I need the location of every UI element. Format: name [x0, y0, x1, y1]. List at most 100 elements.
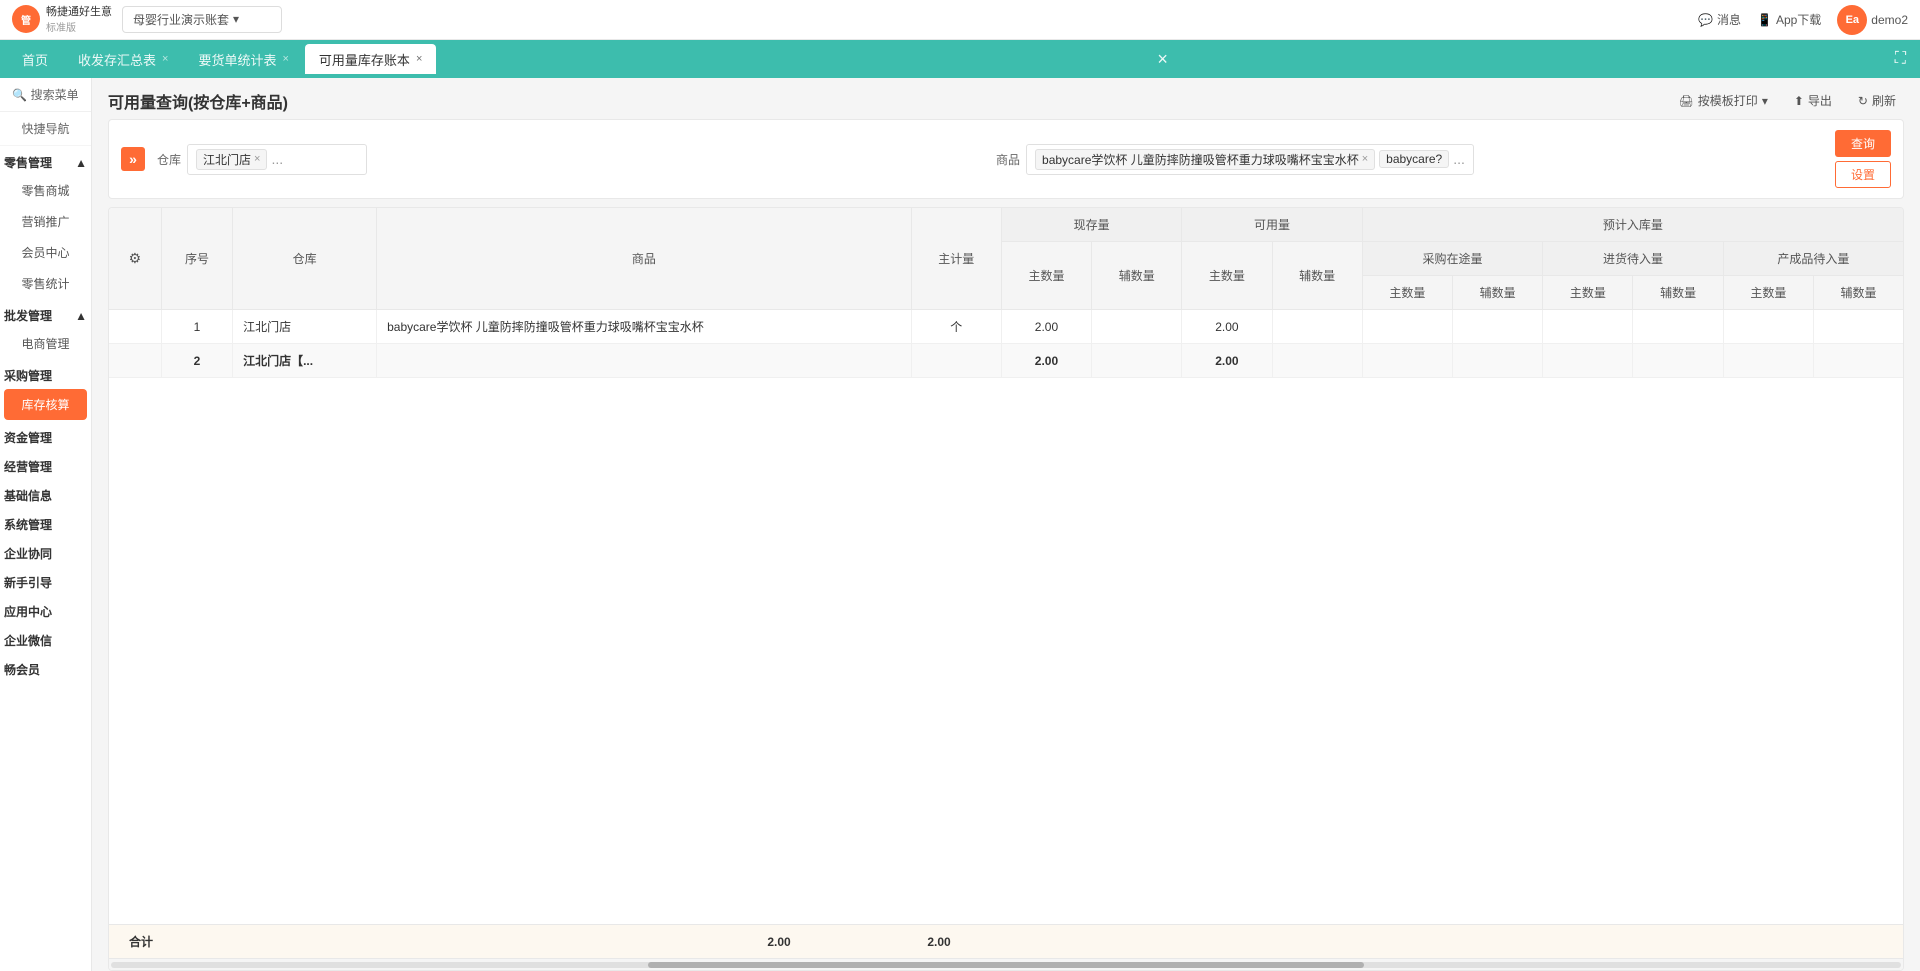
sidebar-item-retail-mall[interactable]: 零售商城	[0, 175, 91, 206]
chevron-down-icon: ▾	[233, 12, 239, 26]
main-layout: 🔍 搜索菜单 快捷导航 零售管理 ▲ 零售商城 营销推广 会员中心 零售统计 批…	[0, 78, 1920, 971]
logo-area: 管 畅捷通好生意 标准版	[12, 5, 112, 34]
col-available-sub: 辅数量	[1272, 242, 1362, 310]
col-available-main: 主数量	[1182, 242, 1272, 310]
settings-button[interactable]: 设置	[1835, 161, 1891, 188]
col-available-group: 可用量	[1182, 208, 1362, 242]
chevron-down-icon: ▲	[75, 309, 87, 323]
message-button[interactable]: 💬 消息	[1698, 11, 1741, 28]
col-stock-sub: 辅数量	[1092, 242, 1182, 310]
download-icon: 📱	[1757, 13, 1772, 27]
page-header: 可用量查询(按仓库+商品) 🖨 按模板打印 ▾ ⬆ 导出 ↻ 刷新	[92, 78, 1920, 119]
sidebar-section-retail[interactable]: 零售管理 ▲	[0, 146, 91, 175]
export-icon: ⬆	[1794, 94, 1804, 108]
col-stock-group: 现存量	[1001, 208, 1181, 242]
sidebar-section-system[interactable]: 系统管理	[0, 508, 91, 537]
close-icon[interactable]: ×	[162, 53, 168, 65]
product-label: 商品	[996, 151, 1020, 168]
col-no: 序号	[161, 208, 232, 310]
chevron-down-icon: ▾	[1762, 94, 1768, 108]
sidebar-section-operations[interactable]: 经营管理	[0, 450, 91, 479]
sidebar-item-retail-stats[interactable]: 零售统计	[0, 268, 91, 299]
table-container: ⚙ 序号 仓库 商品 主计量 现存量 可用量 预计入库量 主数量 辅数量	[108, 207, 1904, 971]
warehouse-label: 仓库	[157, 151, 181, 168]
sidebar-item-marketing[interactable]: 营销推广	[0, 206, 91, 237]
content-area: 可用量查询(按仓库+商品) 🖨 按模板打印 ▾ ⬆ 导出 ↻ 刷新	[92, 78, 1920, 971]
industry-selector[interactable]: 母婴行业演示账套 ▾	[122, 6, 282, 33]
close-icon[interactable]: ×	[282, 53, 288, 65]
product-tag-1: babycare学饮杯 儿童防摔防撞吸管杯重力球吸嘴杯宝宝水杯 ×	[1035, 149, 1375, 170]
col-incoming-main: 主数量	[1543, 276, 1633, 310]
filter-expand-button[interactable]: »	[121, 147, 145, 171]
logo-icon: 管	[12, 5, 40, 33]
filter-warehouse-group: 仓库 江北门店 × ...	[157, 144, 984, 175]
export-button[interactable]: ⬆ 导出	[1786, 88, 1840, 113]
scrollbar-thumb[interactable]	[648, 962, 1364, 968]
sidebar-section-newbie[interactable]: 新手引导	[0, 566, 91, 595]
sidebar-section-member2[interactable]: 畅会员	[0, 653, 91, 682]
app-sub: 标准版	[46, 19, 112, 34]
table-scroll[interactable]: ⚙ 序号 仓库 商品 主计量 现存量 可用量 预计入库量 主数量 辅数量	[109, 208, 1903, 924]
filter-btn-area: 查询 设置	[1835, 130, 1891, 188]
sidebar-section-collab[interactable]: 企业协同	[0, 537, 91, 566]
col-product: 商品	[377, 208, 912, 310]
col-purchase-group: 采购在途量	[1362, 242, 1542, 276]
close-all-button[interactable]: ×	[1149, 49, 1176, 70]
remove-product-1-icon[interactable]: ×	[1362, 153, 1368, 165]
table-footer: 合计 2.00 2.00	[109, 924, 1903, 958]
warehouse-input[interactable]: 江北门店 × ...	[187, 144, 367, 175]
page-title: 可用量查询(按仓库+商品)	[108, 89, 288, 113]
user-name: demo2	[1871, 13, 1908, 27]
refresh-button[interactable]: ↻ 刷新	[1850, 88, 1904, 113]
app-name: 畅捷通好生意	[46, 5, 112, 19]
product-input[interactable]: babycare学饮杯 儿童防摔防撞吸管杯重力球吸嘴杯宝宝水杯 × babyca…	[1026, 144, 1474, 175]
col-gear[interactable]: ⚙	[109, 208, 161, 310]
filter-product-group: 商品 babycare学饮杯 儿童防摔防撞吸管杯重力球吸嘴杯宝宝水杯 × bab…	[996, 144, 1823, 175]
sidebar-section-purchase[interactable]: 采购管理	[0, 359, 91, 388]
col-production-sub: 辅数量	[1813, 276, 1903, 310]
tab-order-stats[interactable]: 要货单统计表 ×	[184, 44, 302, 74]
sidebar-item-quick-nav[interactable]: 快捷导航	[0, 112, 91, 146]
table-row: 1 江北门店 babycare学饮杯 儿童防摔防撞吸管杯重力球吸嘴杯宝宝水杯 个…	[109, 310, 1903, 344]
table-row: 2 江北门店【... 2.00 2.00	[109, 344, 1903, 378]
close-icon[interactable]: ×	[416, 53, 422, 65]
col-production-main: 主数量	[1723, 276, 1813, 310]
tab-available-stock[interactable]: 可用量库存账本 ×	[305, 44, 436, 74]
sidebar-section-app-center[interactable]: 应用中心	[0, 595, 91, 624]
sidebar-item-member[interactable]: 会员中心	[0, 237, 91, 268]
sidebar-item-inventory[interactable]: 库存核算	[4, 389, 87, 420]
filter-bar: » 仓库 江北门店 × ... 商品 babycare学饮杯 儿童防摔防撞吸管杯…	[108, 119, 1904, 199]
col-forecast-group: 预计入库量	[1362, 208, 1903, 242]
top-bar-right: 💬 消息 📱 App下载 Ea demo2	[1698, 5, 1908, 35]
col-unit: 主计量	[911, 208, 1001, 310]
avatar: Ea	[1837, 5, 1867, 35]
expand-icon[interactable]: ⛶	[1889, 50, 1912, 68]
sidebar-search[interactable]: 🔍 搜索菜单	[0, 78, 91, 112]
app-download-button[interactable]: 📱 App下载	[1757, 11, 1821, 28]
message-icon: 💬	[1698, 13, 1713, 27]
print-icon: 🖨	[1679, 94, 1694, 108]
sidebar-section-wholesale[interactable]: 批发管理 ▲	[0, 299, 91, 328]
sidebar-section-wechat[interactable]: 企业微信	[0, 624, 91, 653]
tab-home[interactable]: 首页	[8, 44, 62, 74]
more-icon[interactable]: ...	[271, 151, 283, 167]
print-button[interactable]: 🖨 按模板打印 ▾	[1671, 88, 1776, 113]
user-profile[interactable]: Ea demo2	[1837, 5, 1908, 35]
sidebar-section-finance[interactable]: 资金管理	[0, 421, 91, 450]
chevron-up-icon: ▲	[75, 156, 87, 170]
nav-tabs: 首页 收发存汇总表 × 要货单统计表 × 可用量库存账本 × × ⛶	[0, 40, 1920, 78]
sidebar-section-basic-info[interactable]: 基础信息	[0, 479, 91, 508]
tab-stock-summary[interactable]: 收发存汇总表 ×	[64, 44, 182, 74]
col-purchase-main: 主数量	[1362, 276, 1452, 310]
col-incoming-sub: 辅数量	[1633, 276, 1723, 310]
query-button[interactable]: 查询	[1835, 130, 1891, 157]
logo-text: 畅捷通好生意 标准版	[46, 5, 112, 34]
search-icon: 🔍	[12, 88, 27, 102]
remove-warehouse-icon[interactable]: ×	[254, 153, 260, 165]
sidebar-item-ecommerce[interactable]: 电商管理	[0, 328, 91, 359]
horizontal-scrollbar[interactable]	[109, 958, 1903, 970]
footer-available-main: 2.00	[899, 935, 979, 949]
product-tag-2: babycare?	[1379, 150, 1449, 168]
more-icon[interactable]: ...	[1453, 151, 1465, 167]
warehouse-tag: 江北门店 ×	[196, 149, 267, 170]
